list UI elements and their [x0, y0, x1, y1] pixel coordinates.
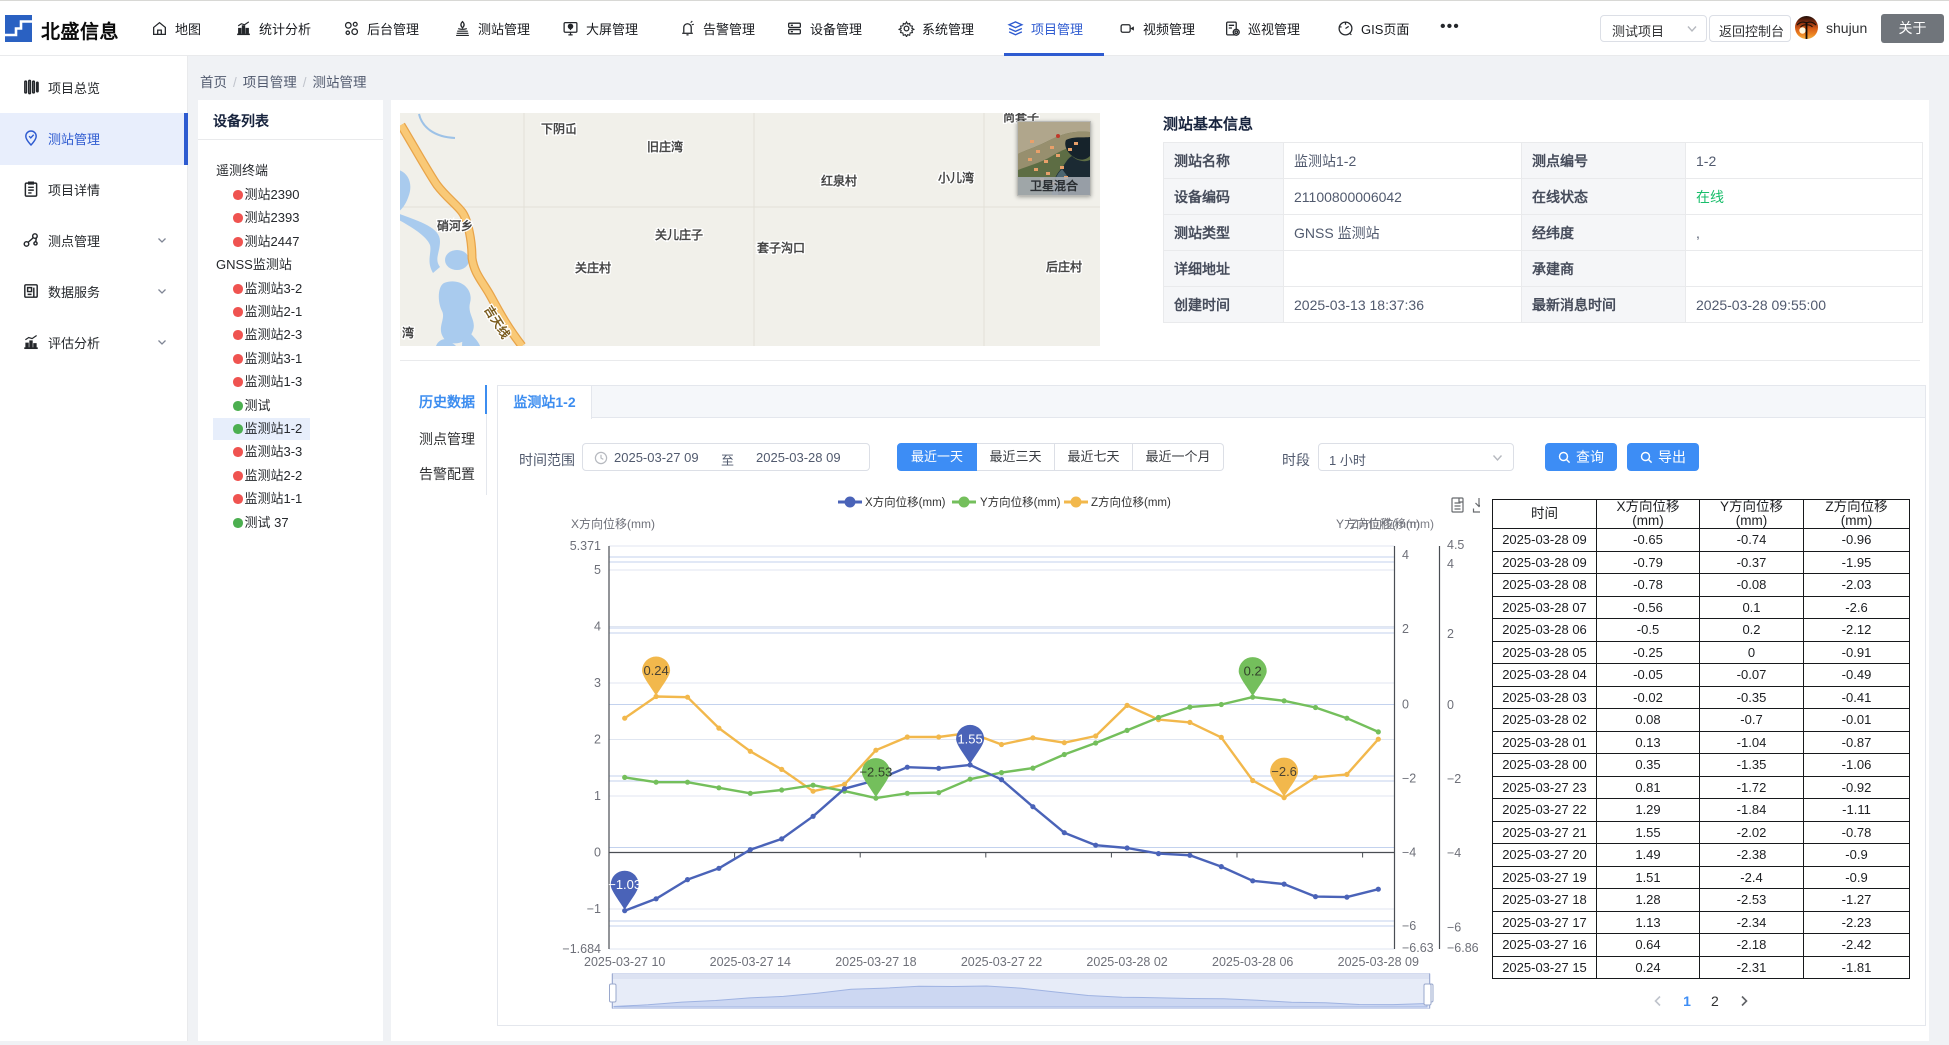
svg-text:套子沟口: 套子沟口: [756, 240, 805, 255]
svg-text:下阴屲: 下阴屲: [541, 121, 577, 136]
svg-text:3: 3: [594, 676, 601, 690]
svg-text:2: 2: [1402, 622, 1409, 636]
svg-text:−4: −4: [1447, 846, 1461, 860]
svg-text:−4: −4: [1402, 846, 1416, 860]
svg-text:−1: −1: [587, 902, 601, 916]
svg-text:0: 0: [1402, 698, 1409, 712]
svg-text:X方向位移(mm): X方向位移(mm): [571, 516, 655, 531]
svg-text:−1.684: −1.684: [562, 942, 601, 956]
svg-text:0: 0: [1447, 698, 1454, 712]
svg-text:关庄村: 关庄村: [575, 260, 611, 275]
svg-text:1.55: 1.55: [957, 731, 982, 746]
svg-text:0.2: 0.2: [1244, 664, 1262, 679]
svg-text:2025-03-27 14: 2025-03-27 14: [710, 955, 791, 969]
svg-text:−2.53: −2.53: [859, 765, 892, 780]
svg-text:4.5: 4.5: [1447, 538, 1464, 552]
svg-text:Y方向位移(mm): Y方向位移(mm): [980, 495, 1061, 509]
svg-text:2: 2: [594, 733, 601, 747]
svg-text:−1.03: −1.03: [608, 877, 641, 892]
svg-text:旧庄湾: 旧庄湾: [647, 139, 683, 154]
svg-text:小儿湾: 小儿湾: [938, 170, 974, 185]
svg-text:硝河乡: 硝河乡: [437, 218, 473, 233]
svg-text:−6.86: −6.86: [1447, 941, 1479, 955]
svg-text:−2: −2: [1447, 772, 1461, 786]
svg-text:−6.63: −6.63: [1402, 941, 1434, 955]
svg-text:湾: 湾: [402, 325, 414, 340]
svg-text:4: 4: [1402, 548, 1409, 562]
svg-text:0: 0: [594, 846, 601, 860]
svg-text:5.371: 5.371: [570, 539, 601, 553]
svg-text:4: 4: [594, 620, 601, 634]
svg-text:后庄村: 后庄村: [1046, 259, 1082, 274]
svg-text:−6: −6: [1402, 919, 1416, 933]
svg-text:2: 2: [1447, 627, 1454, 641]
svg-text:−6: −6: [1447, 921, 1461, 935]
svg-text:1: 1: [594, 789, 601, 803]
svg-text:卫星混合: 卫星混合: [1030, 178, 1079, 193]
svg-text:红泉村: 红泉村: [821, 173, 857, 188]
svg-text:−2: −2: [1402, 772, 1416, 786]
svg-text:Z方向位移(mm): Z方向位移(mm): [1091, 495, 1171, 509]
svg-text:0.24: 0.24: [643, 663, 668, 678]
svg-text:2025-03-28 02: 2025-03-28 02: [1086, 955, 1167, 969]
svg-text:4: 4: [1447, 557, 1454, 571]
svg-text:−2.6: −2.6: [1271, 764, 1297, 779]
svg-text:5: 5: [594, 563, 601, 577]
svg-text:2025-03-28 06: 2025-03-28 06: [1212, 955, 1293, 969]
svg-text:X方向位移(mm): X方向位移(mm): [865, 495, 946, 509]
svg-text:2025-03-27 22: 2025-03-27 22: [961, 955, 1042, 969]
svg-text:2025-03-27 10: 2025-03-27 10: [584, 955, 665, 969]
svg-text:关儿庄子: 关儿庄子: [655, 227, 703, 242]
svg-text:Z方向位移(mm): Z方向位移(mm): [1351, 516, 1434, 531]
svg-text:2025-03-28 09: 2025-03-28 09: [1338, 955, 1419, 969]
svg-text:2025-03-27 18: 2025-03-27 18: [835, 955, 916, 969]
